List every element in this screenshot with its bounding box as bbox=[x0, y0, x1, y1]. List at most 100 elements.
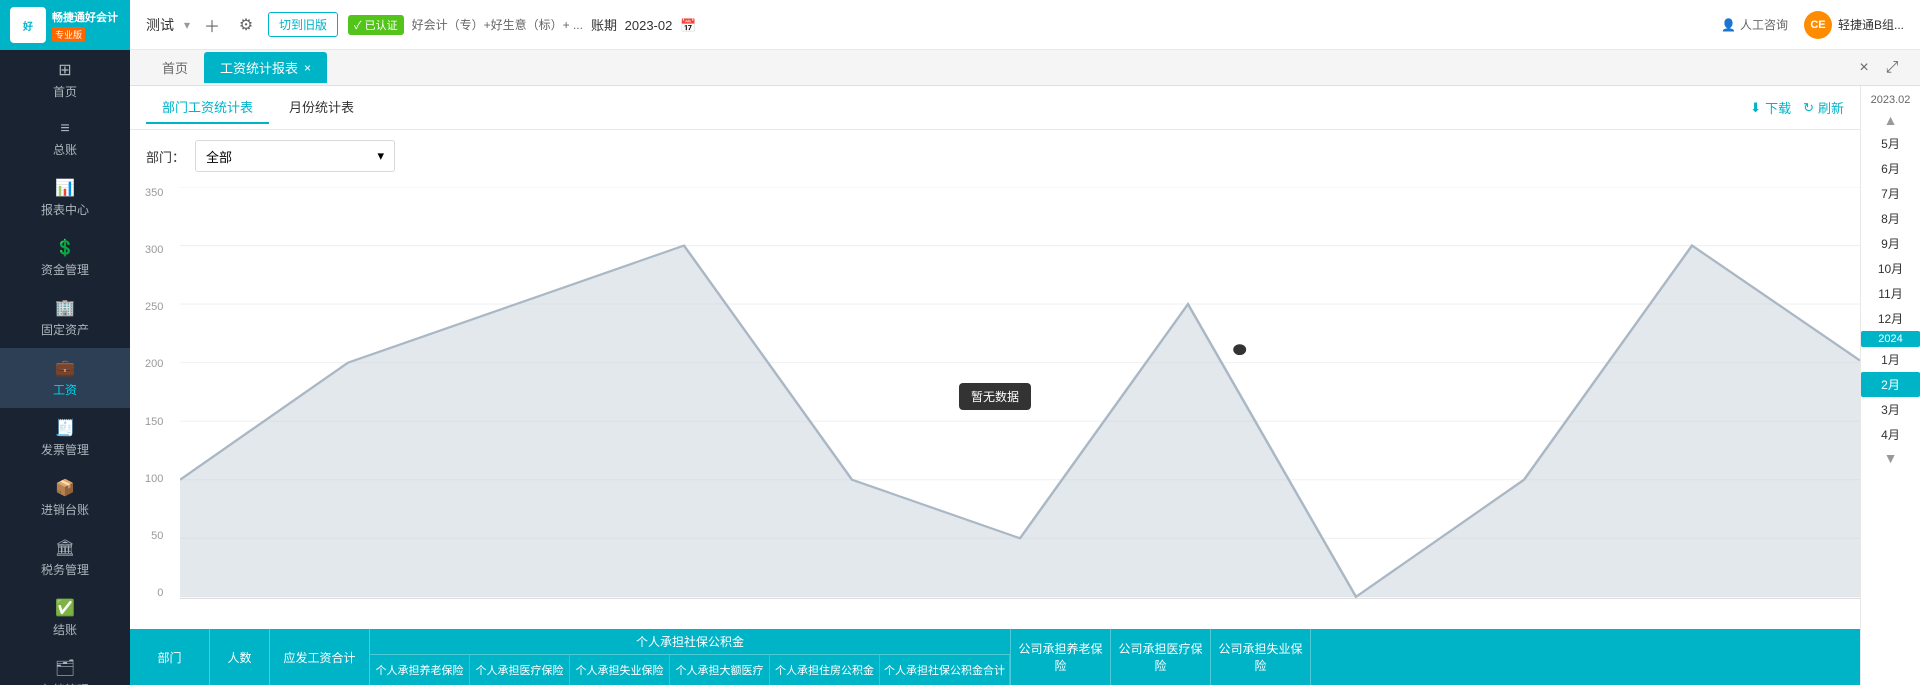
content-area: 部门工资统计表 月份统计表 ⬇ 下载 ↻ 刷新 bbox=[130, 86, 1920, 685]
fund-icon: 💲 bbox=[55, 238, 75, 258]
month-4[interactable]: 4月 bbox=[1861, 422, 1920, 447]
salary-icon: 💼 bbox=[55, 358, 75, 378]
fixed-icon: 🏢 bbox=[55, 298, 75, 318]
sub-tab-monthly[interactable]: 月份统计表 bbox=[273, 91, 370, 124]
company-dropdown-arrow[interactable]: ▾ bbox=[184, 18, 190, 32]
sidebar-item-archive[interactable]: 🗂 归档管理 bbox=[0, 648, 130, 685]
close-window-button[interactable]: × bbox=[1852, 56, 1876, 80]
sidebar-item-ledger[interactable]: ≡ 总账 bbox=[0, 110, 130, 168]
maximize-window-button[interactable]: ⤢ bbox=[1880, 56, 1904, 80]
sub-tabs: 部门工资统计表 月份统计表 ⬇ 下载 ↻ 刷新 bbox=[130, 86, 1860, 130]
x-axis-line bbox=[180, 598, 1860, 599]
month-2-active[interactable]: 2月 bbox=[1861, 372, 1920, 397]
sidebar: 好 畅捷通好会计 专业版 ⊞ 首页 ≡ 总账 📊 报表中心 💲 资金管理 🏢 固… bbox=[0, 0, 130, 685]
help-icon: 👤 bbox=[1721, 18, 1736, 32]
certified-badge: ✓ 已认证 bbox=[348, 15, 404, 35]
department-select[interactable]: 全部 ▾ bbox=[195, 140, 395, 172]
sidebar-item-home[interactable]: ⊞ 首页 bbox=[0, 50, 130, 110]
department-filter-label: 部门： bbox=[146, 147, 185, 166]
col-company-medical: 公司承担医疗保险 bbox=[1111, 629, 1211, 685]
year-2024-badge: 2024 bbox=[1861, 331, 1920, 347]
month-7[interactable]: 7月 bbox=[1861, 181, 1920, 206]
tab-window-controls: × ⤢ bbox=[1852, 56, 1904, 80]
month-6[interactable]: 6月 bbox=[1861, 156, 1920, 181]
tab-close-button[interactable]: × bbox=[304, 61, 311, 75]
refresh-button[interactable]: ↻ 刷新 bbox=[1803, 98, 1844, 117]
switch-old-version-button[interactable]: 切到旧版 bbox=[268, 12, 338, 37]
sidebar-item-salary[interactable]: 💼 工资 bbox=[0, 348, 130, 408]
col-total-salary: 应发工资合计 bbox=[270, 629, 370, 685]
month-9[interactable]: 9月 bbox=[1861, 231, 1920, 256]
home-icon: ⊞ bbox=[58, 60, 71, 80]
trade-icon: 📦 bbox=[55, 478, 75, 498]
download-icon: ⬇ bbox=[1750, 100, 1761, 116]
chart-area: 350 300 250 200 150 100 50 0 bbox=[130, 182, 1860, 629]
help-button[interactable]: 👤 人工咨询 bbox=[1721, 16, 1788, 33]
refresh-icon: ↻ bbox=[1803, 100, 1814, 116]
sidebar-item-tax[interactable]: 🏛 税务管理 bbox=[0, 528, 130, 588]
month-3[interactable]: 3月 bbox=[1861, 397, 1920, 422]
tab-home[interactable]: 首页 bbox=[146, 52, 204, 83]
sub-tab-actions: ⬇ 下载 ↻ 刷新 bbox=[1750, 98, 1844, 117]
col-company-pension: 公司承担养老保险 bbox=[1011, 629, 1111, 685]
sidebar-item-invoice[interactable]: 🧾 发票管理 bbox=[0, 408, 130, 468]
sub-tab-department[interactable]: 部门工资统计表 bbox=[146, 91, 269, 124]
group-header: 个人承担社保公积金 bbox=[370, 629, 1010, 655]
product-badges: 好会计（专）+好生意（标）+ ... bbox=[412, 16, 583, 33]
y-label-350: 350 bbox=[145, 187, 163, 199]
col-headcount: 人数 bbox=[210, 629, 270, 685]
month-1[interactable]: 1月 bbox=[1861, 347, 1920, 372]
calendar-icon[interactable]: 📅 bbox=[680, 18, 696, 33]
main-content: 测试 ▾ ＋ ⚙ 切到旧版 ✓ 已认证 好会计（专）+好生意（标）+ ... 账… bbox=[130, 0, 1920, 685]
sidebar-item-fixed[interactable]: 🏢 固定资产 bbox=[0, 288, 130, 348]
report-icon: 📊 bbox=[55, 178, 75, 198]
sidebar-nav: ⊞ 首页 ≡ 总账 📊 报表中心 💲 资金管理 🏢 固定资产 💼 工资 🧾 发票… bbox=[0, 50, 130, 685]
month-8[interactable]: 8月 bbox=[1861, 206, 1920, 231]
sidebar-item-fund[interactable]: 💲 资金管理 bbox=[0, 228, 130, 288]
filter-bar: 部门： 全部 ▾ bbox=[130, 130, 1860, 182]
topbar-badges: ✓ 已认证 好会计（专）+好生意（标）+ ... 账期 2023-02 📅 bbox=[348, 15, 1711, 35]
page-content: 部门工资统计表 月份统计表 ⬇ 下载 ↻ 刷新 bbox=[130, 86, 1860, 685]
month-11[interactable]: 11月 bbox=[1861, 281, 1920, 306]
col-personal-major-medical: 个人承担大额医疗 bbox=[670, 655, 770, 685]
tax-icon: 🏛 bbox=[55, 538, 75, 558]
settings-button[interactable]: ⚙ bbox=[234, 13, 258, 37]
ledger-icon: ≡ bbox=[60, 120, 69, 138]
sidebar-item-settle[interactable]: ✅ 结账 bbox=[0, 588, 130, 648]
month-5[interactable]: 5月 bbox=[1861, 131, 1920, 156]
col-department: 部门 bbox=[130, 629, 210, 685]
col-company-unemployment: 公司承担失业保险 bbox=[1211, 629, 1311, 685]
col-personal-housing-fund: 个人承担住房公积金 bbox=[770, 655, 880, 685]
y-label-50: 50 bbox=[151, 530, 163, 542]
y-label-150: 150 bbox=[145, 416, 163, 428]
download-button[interactable]: ⬇ 下载 bbox=[1750, 98, 1791, 117]
month-10[interactable]: 10月 bbox=[1861, 256, 1920, 281]
select-arrow-icon: ▾ bbox=[377, 148, 384, 164]
avatar: CE bbox=[1804, 11, 1832, 39]
user-menu[interactable]: CE 轻捷通B组... bbox=[1804, 11, 1904, 39]
tab-salary-report[interactable]: 工资统计报表 × bbox=[204, 52, 327, 83]
month-12[interactable]: 12月 bbox=[1861, 306, 1920, 331]
y-label-100: 100 bbox=[145, 473, 163, 485]
group-cols: 个人承担养老保险 个人承担医疗保险 个人承担失业保险 个人承担大额医疗 个人承担 bbox=[370, 655, 1010, 685]
scroll-up-button[interactable]: ▲ bbox=[1861, 109, 1920, 131]
company-name: 测试 bbox=[146, 15, 174, 35]
y-label-250: 250 bbox=[145, 301, 163, 313]
logo: 好 畅捷通好会计 专业版 bbox=[0, 0, 130, 50]
col-personal-total: 个人承担社保公积金合计 bbox=[880, 655, 1010, 685]
col-personal-pension: 个人承担养老保险 bbox=[370, 655, 470, 685]
y-label-200: 200 bbox=[145, 358, 163, 370]
y-axis: 350 300 250 200 150 100 50 0 bbox=[145, 187, 163, 599]
settle-icon: ✅ bbox=[55, 598, 75, 618]
archive-icon: 🗂 bbox=[55, 658, 75, 678]
sidebar-item-trade[interactable]: 📦 进销台账 bbox=[0, 468, 130, 528]
tabs-bar: 首页 工资统计报表 × × ⤢ bbox=[130, 50, 1920, 86]
scroll-down-button[interactable]: ▼ bbox=[1861, 447, 1920, 469]
add-button[interactable]: ＋ bbox=[200, 13, 224, 37]
logo-text: 畅捷通好会计 专业版 bbox=[52, 9, 118, 42]
y-label-0: 0 bbox=[157, 587, 163, 599]
topbar-right: 👤 人工咨询 CE 轻捷通B组... bbox=[1721, 11, 1904, 39]
topbar: 测试 ▾ ＋ ⚙ 切到旧版 ✓ 已认证 好会计（专）+好生意（标）+ ... 账… bbox=[130, 0, 1920, 50]
user-name: 轻捷通B组... bbox=[1838, 16, 1904, 33]
sidebar-item-report[interactable]: 📊 报表中心 bbox=[0, 168, 130, 228]
